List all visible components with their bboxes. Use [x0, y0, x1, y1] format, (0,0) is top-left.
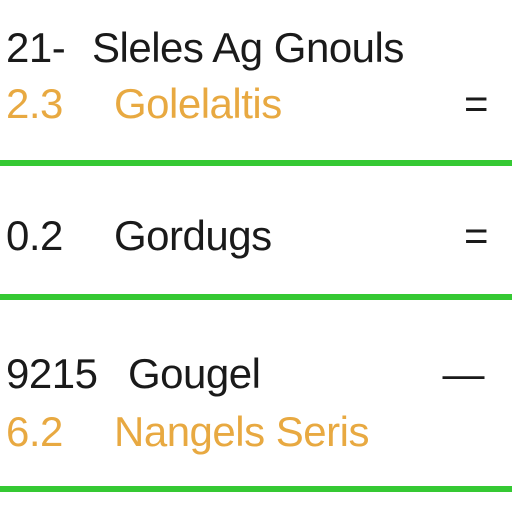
row-number: 2.3: [6, 80, 114, 128]
row-label: Golelaltis: [114, 80, 282, 128]
row-number: 6.2: [6, 408, 114, 456]
table-row: 6.2 Nangels Seris: [0, 408, 512, 456]
divider: [0, 486, 512, 492]
divider: [0, 294, 512, 300]
row-label: Gougel: [128, 350, 260, 398]
row-number: 0.2: [6, 212, 114, 260]
row-number: 9215: [6, 350, 114, 398]
row-label: Nangels Seris: [114, 408, 369, 456]
row-number: 21-: [6, 24, 90, 72]
table-row: 0.2 Gordugs =: [0, 212, 512, 260]
row-label: Gordugs: [114, 212, 272, 260]
equals-icon: =: [464, 80, 488, 128]
equals-icon: =: [464, 212, 488, 260]
table-row: 9215 Gougel —: [0, 350, 512, 398]
divider: [0, 160, 512, 166]
row-label: Sleles Ag Gnouls: [92, 24, 404, 72]
table-row: 21- Sleles Ag Gnouls: [0, 24, 512, 72]
table-row: 2.3 Golelaltis =: [0, 80, 512, 128]
dash-icon: —: [443, 350, 485, 398]
